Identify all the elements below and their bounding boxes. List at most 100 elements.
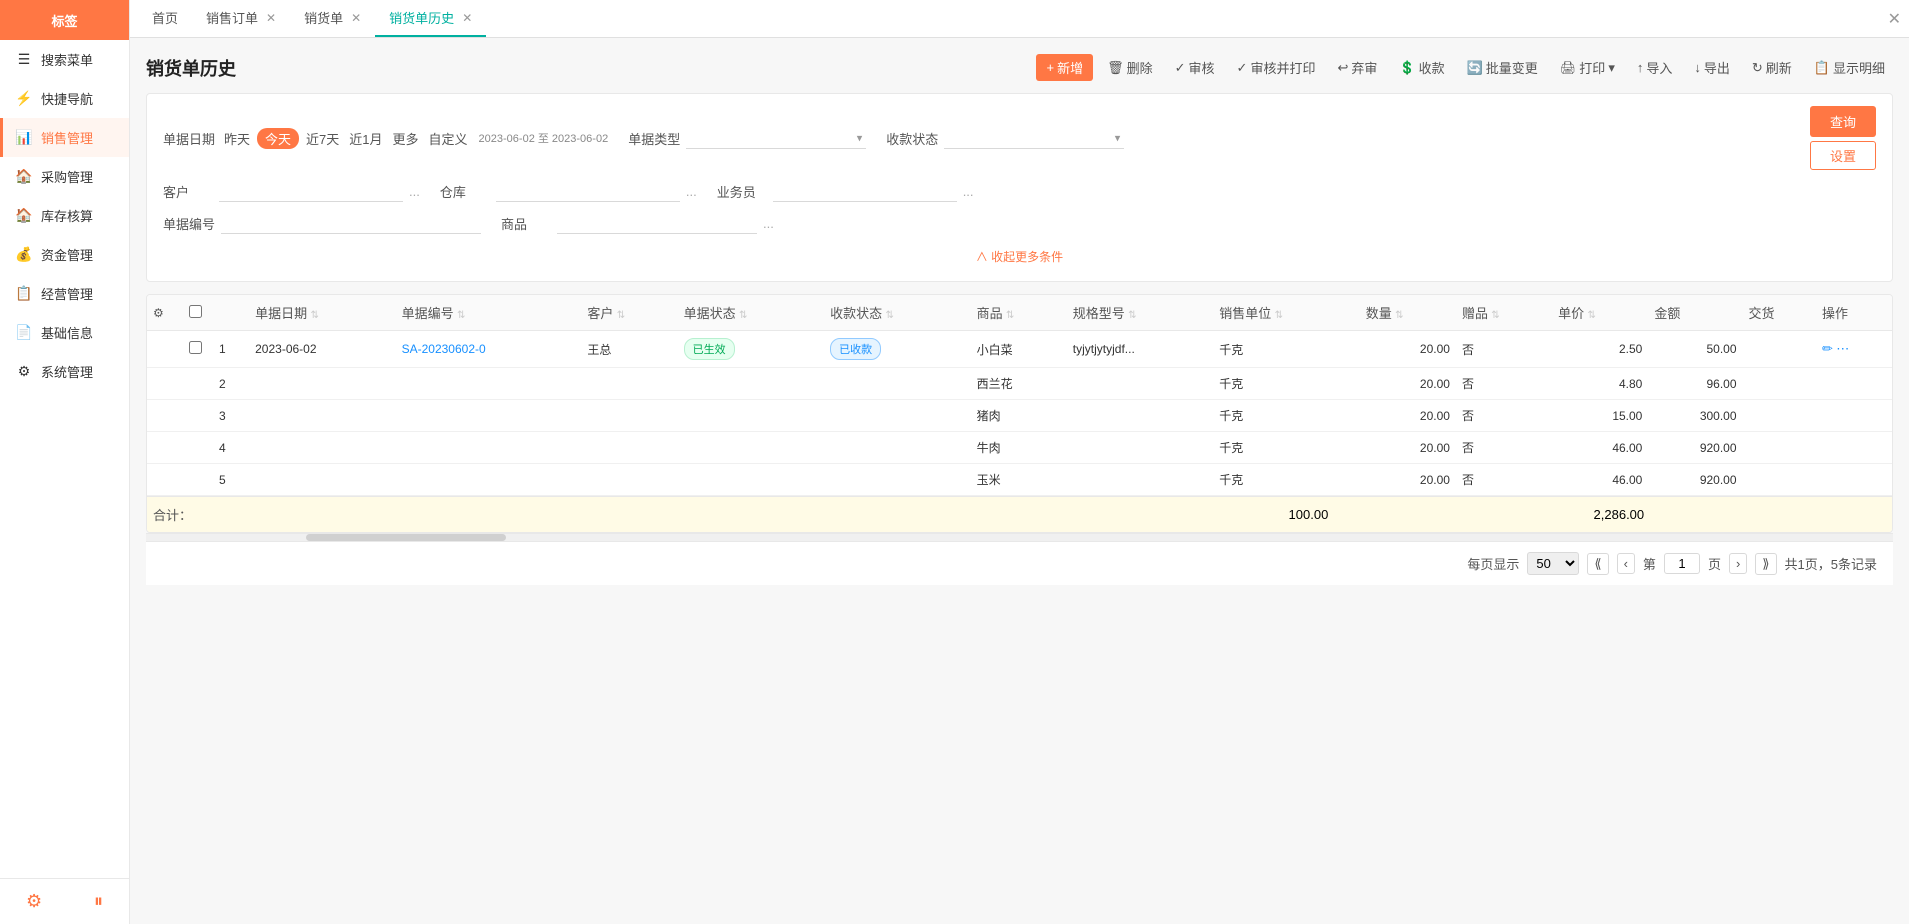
date-shortcut-more[interactable]: 更多 <box>390 128 422 149</box>
doc-type-select[interactable] <box>686 127 866 149</box>
cell-check[interactable] <box>183 432 213 464</box>
more-action-btn[interactable]: ⋯ <box>1836 341 1849 356</box>
cell-doc-no[interactable]: SA-20230602-0 <box>396 331 582 368</box>
date-label: 单据日期 <box>163 129 215 148</box>
cell-check[interactable] <box>183 331 213 368</box>
print-button[interactable]: 🖨 打印 ▾ <box>1552 54 1623 81</box>
sidebar-item-purchase-mgmt[interactable]: 🏠 采购管理 <box>0 157 129 196</box>
table-scrollbar[interactable] <box>146 533 1893 541</box>
sidebar-item-system-mgmt[interactable]: ⚙ 系统管理 <box>0 352 129 391</box>
new-button[interactable]: + 新增 <box>1036 54 1093 81</box>
staff-input[interactable] <box>773 180 957 202</box>
warehouse-input[interactable] <box>496 180 680 202</box>
cell-customer <box>581 368 677 400</box>
cell-check[interactable] <box>183 400 213 432</box>
select-all-checkbox[interactable] <box>189 305 202 318</box>
tab-sales-history[interactable]: 销货单历史 ✕ <box>375 0 486 37</box>
prev-page-button[interactable]: ‹ <box>1617 553 1635 574</box>
customer-input[interactable] <box>219 180 403 202</box>
show-detail-button[interactable]: 📋 显示明细 <box>1806 54 1893 81</box>
cell-doc-status: 已生效 <box>678 331 824 368</box>
tab-bar-close-btn[interactable]: ✕ <box>1888 9 1901 29</box>
table-row: 5 玉米 千克 20.00 否 46.00 920.00 <box>147 464 1892 496</box>
per-page-select[interactable]: 50 100 200 <box>1527 552 1579 575</box>
sidebar-item-quick-nav[interactable]: ⚡ 快捷导航 <box>0 79 129 118</box>
date-shortcut-custom[interactable]: 自定义 <box>426 128 471 149</box>
close-sales-order-tab-icon[interactable]: ✕ <box>266 11 276 25</box>
cell-unit-price: 2.50 <box>1552 331 1648 368</box>
cell-goods: 猪肉 <box>971 400 1067 432</box>
col-qty[interactable]: 数量 <box>1360 295 1456 331</box>
cell-goods: 小白菜 <box>971 331 1067 368</box>
staff-ellipsis[interactable]: ... <box>963 184 974 199</box>
col-doc-date[interactable]: 单据日期 <box>249 295 395 331</box>
audit-button[interactable]: ✓ 审核 <box>1167 54 1223 81</box>
cell-rownum: 4 <box>213 432 249 464</box>
col-settings[interactable]: ⚙ <box>147 295 183 331</box>
next-page-button[interactable]: › <box>1729 553 1747 574</box>
sidebar-item-label: 系统管理 <box>41 362 93 381</box>
cell-check[interactable] <box>183 464 213 496</box>
audit-print-button[interactable]: ✓ 审核并打印 <box>1229 54 1324 81</box>
sidebar-pause-btn[interactable]: ⏸ <box>86 887 111 916</box>
sidebar-item-search-menu[interactable]: ☰ 搜索菜单 <box>0 40 129 79</box>
tab-sales-goods[interactable]: 销货单 ✕ <box>290 0 375 37</box>
refresh-button[interactable]: ↻ 刷新 <box>1744 54 1800 81</box>
warehouse-ellipsis[interactable]: ... <box>686 184 697 199</box>
print-icon: 🖨 <box>1560 60 1577 76</box>
customer-ellipsis[interactable]: ... <box>409 184 420 199</box>
finance-icon: 💰 <box>15 246 33 263</box>
tab-sales-order[interactable]: 销售订单 ✕ <box>192 0 290 37</box>
close-sales-goods-tab-icon[interactable]: ✕ <box>351 11 361 25</box>
batch-change-button[interactable]: 🔄 批量变更 <box>1459 54 1546 81</box>
docno-input[interactable] <box>221 212 481 234</box>
table-footer: 合计： 100.00 2,286.00 <box>147 496 1892 532</box>
sidebar-item-finance[interactable]: 💰 资金管理 <box>0 235 129 274</box>
last-page-button[interactable]: ⟫ <box>1755 553 1776 575</box>
collect-button[interactable]: 💲 收款 <box>1391 54 1452 81</box>
import-button[interactable]: ↑ 导入 <box>1629 54 1681 81</box>
edit-action-btn[interactable]: ✏ <box>1822 341 1833 356</box>
export-button[interactable]: ↓ 导出 <box>1686 54 1738 81</box>
col-gift[interactable]: 赠品 <box>1456 295 1552 331</box>
sidebar-item-basic-info[interactable]: 📄 基础信息 <box>0 313 129 352</box>
col-doc-no[interactable]: 单据编号 <box>396 295 582 331</box>
sidebar-item-label: 快捷导航 <box>41 89 93 108</box>
cell-amount: 920.00 <box>1648 432 1742 464</box>
date-shortcut-7days[interactable]: 近7天 <box>303 128 342 149</box>
col-doc-status[interactable]: 单据状态 <box>678 295 824 331</box>
collapse-button[interactable]: ∧ 收起更多条件 <box>163 244 1876 269</box>
col-customer[interactable]: 客户 <box>581 295 677 331</box>
col-sale-unit[interactable]: 销售单位 <box>1213 295 1359 331</box>
query-button[interactable]: 查询 <box>1810 106 1876 137</box>
col-spec-type[interactable]: 规格型号 <box>1067 295 1213 331</box>
cell-check[interactable] <box>183 368 213 400</box>
goods-ellipsis[interactable]: ... <box>763 216 774 231</box>
sidebar-settings-btn[interactable]: ⚙ <box>18 887 50 916</box>
first-page-button[interactable]: ⟪ <box>1587 553 1608 575</box>
filter-settings-button[interactable]: 设置 <box>1810 141 1876 170</box>
cell-action <box>1816 432 1892 464</box>
sidebar-item-inventory[interactable]: 🏠 库存核算 <box>0 196 129 235</box>
sidebar-item-sales-mgmt[interactable]: 📊 销售管理 <box>0 118 129 157</box>
col-goods[interactable]: 商品 <box>971 295 1067 331</box>
collect-icon: 💲 <box>1399 60 1415 76</box>
page-number-input[interactable] <box>1664 553 1700 574</box>
col-unit-price[interactable]: 单价 <box>1552 295 1648 331</box>
close-sales-history-tab-icon[interactable]: ✕ <box>462 11 472 25</box>
delete-button[interactable]: 🗑 删除 <box>1099 54 1161 81</box>
cell-doc-no <box>396 432 582 464</box>
cell-doc-no <box>396 464 582 496</box>
filter-customer-field: 客户 ... <box>163 180 420 202</box>
cell-settings <box>147 464 183 496</box>
abandon-button[interactable]: ↩ 弃审 <box>1329 54 1385 81</box>
goods-input[interactable] <box>557 212 757 234</box>
date-shortcut-yesterday[interactable]: 昨天 <box>221 128 253 149</box>
date-shortcut-today[interactable]: 今天 <box>257 128 299 149</box>
tab-home[interactable]: 首页 <box>138 0 192 37</box>
date-shortcut-1month[interactable]: 近1月 <box>346 128 385 149</box>
col-payment-status[interactable]: 收款状态 <box>824 295 970 331</box>
payment-status-select[interactable] <box>944 127 1124 149</box>
sidebar-item-operations[interactable]: 📋 经营管理 <box>0 274 129 313</box>
scrollbar-thumb[interactable] <box>306 534 506 541</box>
